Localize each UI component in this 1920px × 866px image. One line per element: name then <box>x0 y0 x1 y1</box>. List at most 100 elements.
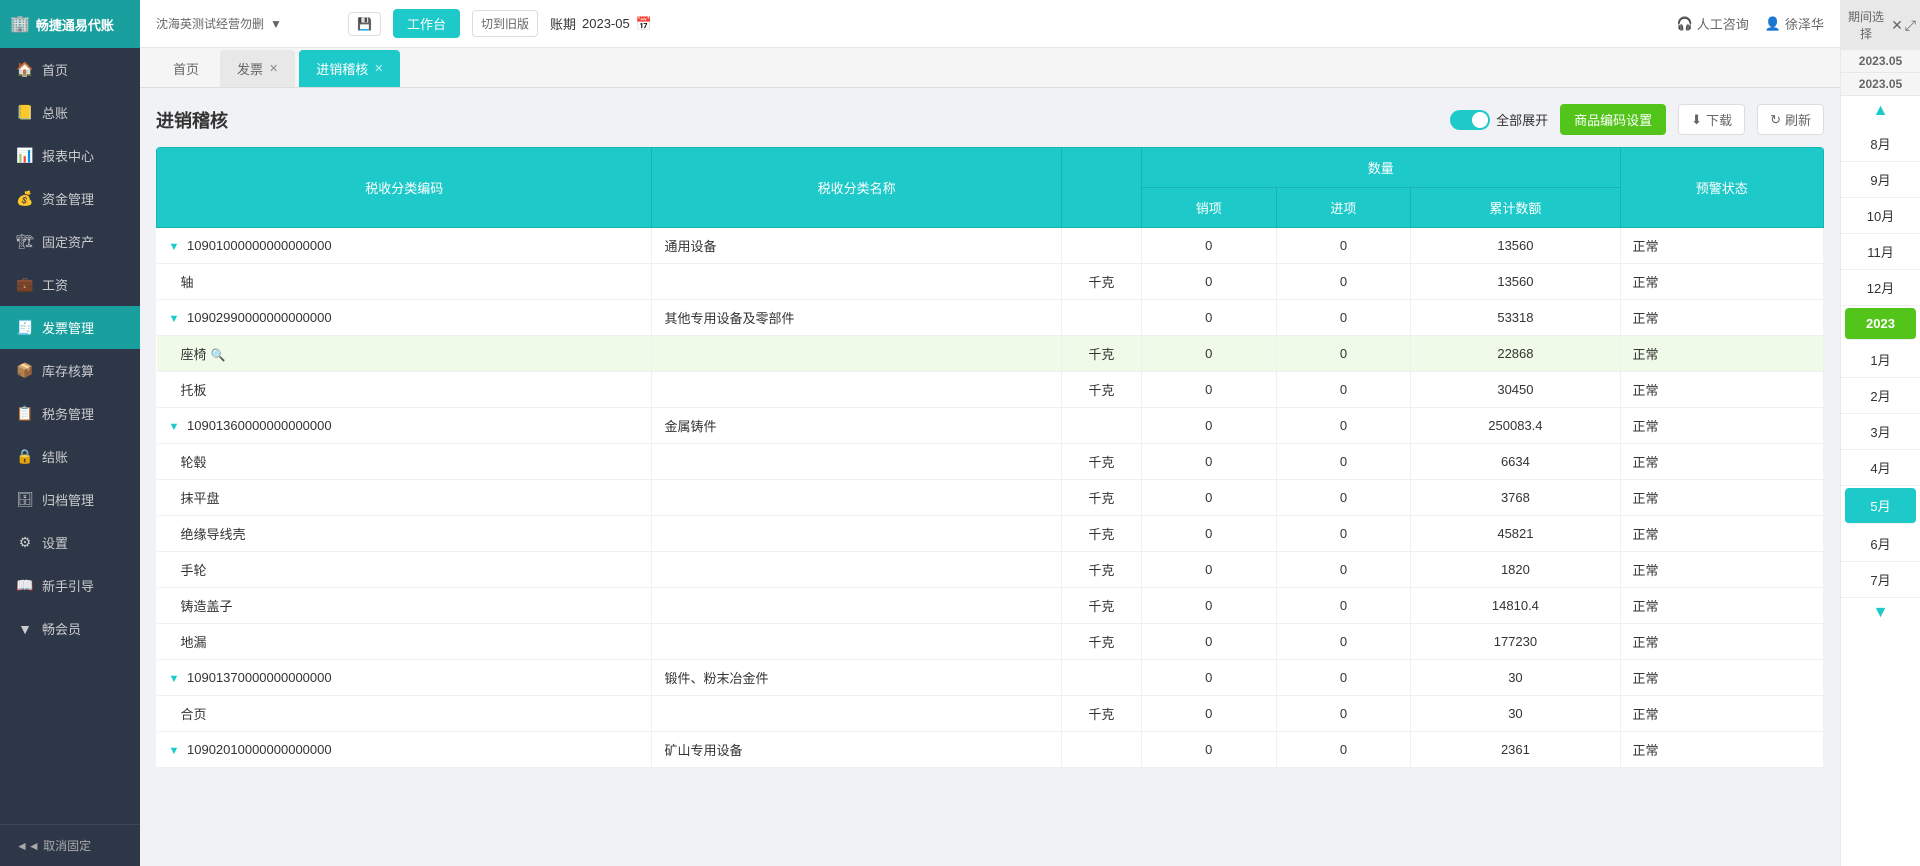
collapse-icon[interactable]: ▼ <box>169 241 180 253</box>
table-row[interactable]: 合页 千克 0 0 30 正常 <box>157 696 1824 732</box>
toggle-track[interactable] <box>1450 110 1490 130</box>
month-item[interactable]: 10月 <box>1841 198 1920 234</box>
cell-total: 1820 <box>1411 552 1620 588</box>
tab-reconcile-close[interactable]: ✕ <box>374 62 383 75</box>
topbar-right: 🎧 人工咨询 👤 徐泽华 <box>1677 14 1824 33</box>
refresh-label: 刷新 <box>1785 110 1811 129</box>
cell-code: ▼ 10901370000000000000 <box>157 660 652 696</box>
refresh-icon: ↻ <box>1770 112 1781 128</box>
collapse-icon[interactable]: ▼ <box>169 673 180 685</box>
company-selector[interactable]: 沈海英测试经营勿删 ▼ <box>156 15 336 32</box>
collapse-icon[interactable]: ▼ <box>169 745 180 757</box>
cell-item-name: 绝缘导线壳 <box>157 516 652 552</box>
table-row[interactable]: 托板 千克 0 0 30450 正常 <box>157 372 1824 408</box>
tab-invoice-close[interactable]: ✕ <box>269 62 278 75</box>
cell-sales: 0 <box>1141 552 1276 588</box>
cell-code: ▼ 10902010000000000000 <box>157 732 652 768</box>
cell-status: 正常 <box>1620 480 1823 516</box>
sidebar-item-capital[interactable]: 💰 资金管理 <box>0 177 140 220</box>
table-row[interactable]: 轴 千克 0 0 13560 正常 <box>157 264 1824 300</box>
sidebar-item-closing[interactable]: 🔒 结账 <box>0 435 140 478</box>
month-item[interactable]: 11月 <box>1841 234 1920 270</box>
cell-item-desc <box>652 588 1061 624</box>
month-item[interactable]: 5月 <box>1845 488 1916 524</box>
month-item[interactable]: 4月 <box>1841 450 1920 486</box>
year-label[interactable]: 2023 <box>1845 308 1916 340</box>
cell-item-name: 抹平盘 <box>157 480 652 516</box>
download-button[interactable]: ⬇ 下载 <box>1678 104 1745 135</box>
month-item[interactable]: 9月 <box>1841 162 1920 198</box>
cell-item-desc <box>652 516 1061 552</box>
table-row[interactable]: 手轮 千克 0 0 1820 正常 <box>157 552 1824 588</box>
table-row[interactable]: ▼ 10902010000000000000 矿山专用设备 0 0 2361 正… <box>157 732 1824 768</box>
table-row[interactable]: ▼ 10902990000000000000 其他专用设备及零部件 0 0 53… <box>157 300 1824 336</box>
table-row[interactable]: ▼ 10901370000000000000 锻件、粉末冶金件 0 0 30 正… <box>157 660 1824 696</box>
reports-icon: 📊 <box>16 147 34 164</box>
month-item[interactable]: 12月 <box>1841 270 1920 306</box>
service-button[interactable]: 🎧 人工咨询 <box>1677 14 1749 33</box>
sidebar-item-assets[interactable]: 🏗 固定资产 <box>0 220 140 263</box>
table-row[interactable]: 绝缘导线壳 千克 0 0 45821 正常 <box>157 516 1824 552</box>
ledger-icon: 📒 <box>16 104 34 121</box>
table-row[interactable]: 铸造盖子 千克 0 0 14810.4 正常 <box>157 588 1824 624</box>
refresh-button[interactable]: ↻ 刷新 <box>1757 104 1824 135</box>
month-item[interactable]: 8月 <box>1841 126 1920 162</box>
sidebar-item-inventory[interactable]: 📦 库存核算 <box>0 349 140 392</box>
cell-sales: 0 <box>1141 624 1276 660</box>
sidebar-item-reports[interactable]: 📊 报表中心 <box>0 134 140 177</box>
main-area: 沈海英测试经营勿删 ▼ 💾 工作台 切到旧版 账期 2023-05 📅 🎧 人工… <box>140 0 1840 866</box>
table-row[interactable]: 地漏 千克 0 0 177230 正常 <box>157 624 1824 660</box>
sidebar-item-archive[interactable]: 🗄 归档管理 <box>0 478 140 521</box>
search-icon[interactable]: 🔍 <box>211 348 226 362</box>
table-row[interactable]: 轮毂 千克 0 0 6634 正常 <box>157 444 1824 480</box>
table-row[interactable]: ▼ 10901000000000000000 通用设备 0 0 13560 正常 <box>157 228 1824 264</box>
product-code-button[interactable]: 商品编码设置 <box>1560 104 1666 135</box>
panel-up-arrow[interactable]: ▲ <box>1841 96 1920 126</box>
collapse-icon[interactable]: ▼ <box>169 421 180 433</box>
tab-invoice[interactable]: 发票 ✕ <box>220 50 295 87</box>
table-row[interactable]: ▼ 10901360000000000000 金属铸件 0 0 250083.4… <box>157 408 1824 444</box>
cell-item-name: 手轮 <box>157 552 652 588</box>
cell-name: 锻件、粉末冶金件 <box>652 660 1061 696</box>
guide-icon: 📖 <box>16 577 34 594</box>
table-row[interactable]: 抹平盘 千克 0 0 3768 正常 <box>157 480 1824 516</box>
service-label: 人工咨询 <box>1697 14 1749 33</box>
sidebar-item-tax[interactable]: 📋 税务管理 <box>0 392 140 435</box>
cell-status: 正常 <box>1620 516 1823 552</box>
cell-unit: 千克 <box>1061 336 1141 372</box>
month-item[interactable]: 3月 <box>1841 414 1920 450</box>
cell-total: 177230 <box>1411 624 1620 660</box>
save-button[interactable]: 💾 <box>348 12 381 36</box>
sidebar-item-ledger[interactable]: 📒 总账 <box>0 91 140 134</box>
sidebar-item-settings[interactable]: ⚙ 设置 <box>0 521 140 564</box>
sidebar-label-invoice: 发票管理 <box>42 318 94 337</box>
switch-version-button[interactable]: 切到旧版 <box>472 10 538 37</box>
panel-expand-button[interactable]: ⤢ <box>1905 17 1916 34</box>
month-item[interactable]: 6月 <box>1841 526 1920 562</box>
sidebar-label-member: 畅会员 <box>42 619 81 638</box>
sidebar-item-home[interactable]: 🏠 首页 <box>0 48 140 91</box>
sidebar-label-archive: 归档管理 <box>42 490 94 509</box>
collapse-icon[interactable]: ▼ <box>169 313 180 325</box>
month-item[interactable]: 7月 <box>1841 562 1920 598</box>
user-menu[interactable]: 👤 徐泽华 <box>1765 14 1824 33</box>
expand-toggle[interactable]: 全部展开 <box>1450 110 1548 130</box>
unpin-label: ◄◄ 取消固定 <box>16 837 91 854</box>
month-item[interactable]: 1月 <box>1841 342 1920 378</box>
tab-home[interactable]: 首页 <box>156 50 216 87</box>
sidebar-unpin[interactable]: ◄◄ 取消固定 <box>0 824 140 866</box>
user-icon: 👤 <box>1765 16 1781 32</box>
sidebar-item-member[interactable]: ▼ 畅会员 <box>0 607 140 650</box>
sidebar-item-guide[interactable]: 📖 新手引导 <box>0 564 140 607</box>
sidebar-item-salary[interactable]: 💼 工资 <box>0 263 140 306</box>
tab-reconcile[interactable]: 进销稽核 ✕ <box>299 50 400 87</box>
sidebar-item-invoice[interactable]: 🧾 发票管理 <box>0 306 140 349</box>
cell-total: 3768 <box>1411 480 1620 516</box>
workbench-button[interactable]: 工作台 <box>393 9 460 38</box>
cell-status: 正常 <box>1620 660 1823 696</box>
month-item[interactable]: 2月 <box>1841 378 1920 414</box>
panel-down-arrow[interactable]: ▼ <box>1841 598 1920 628</box>
table-row[interactable]: 座椅🔍 千克 0 0 22868 正常 <box>157 336 1824 372</box>
download-label: 下载 <box>1706 110 1732 129</box>
panel-close-button[interactable]: ✕ <box>1891 17 1903 34</box>
